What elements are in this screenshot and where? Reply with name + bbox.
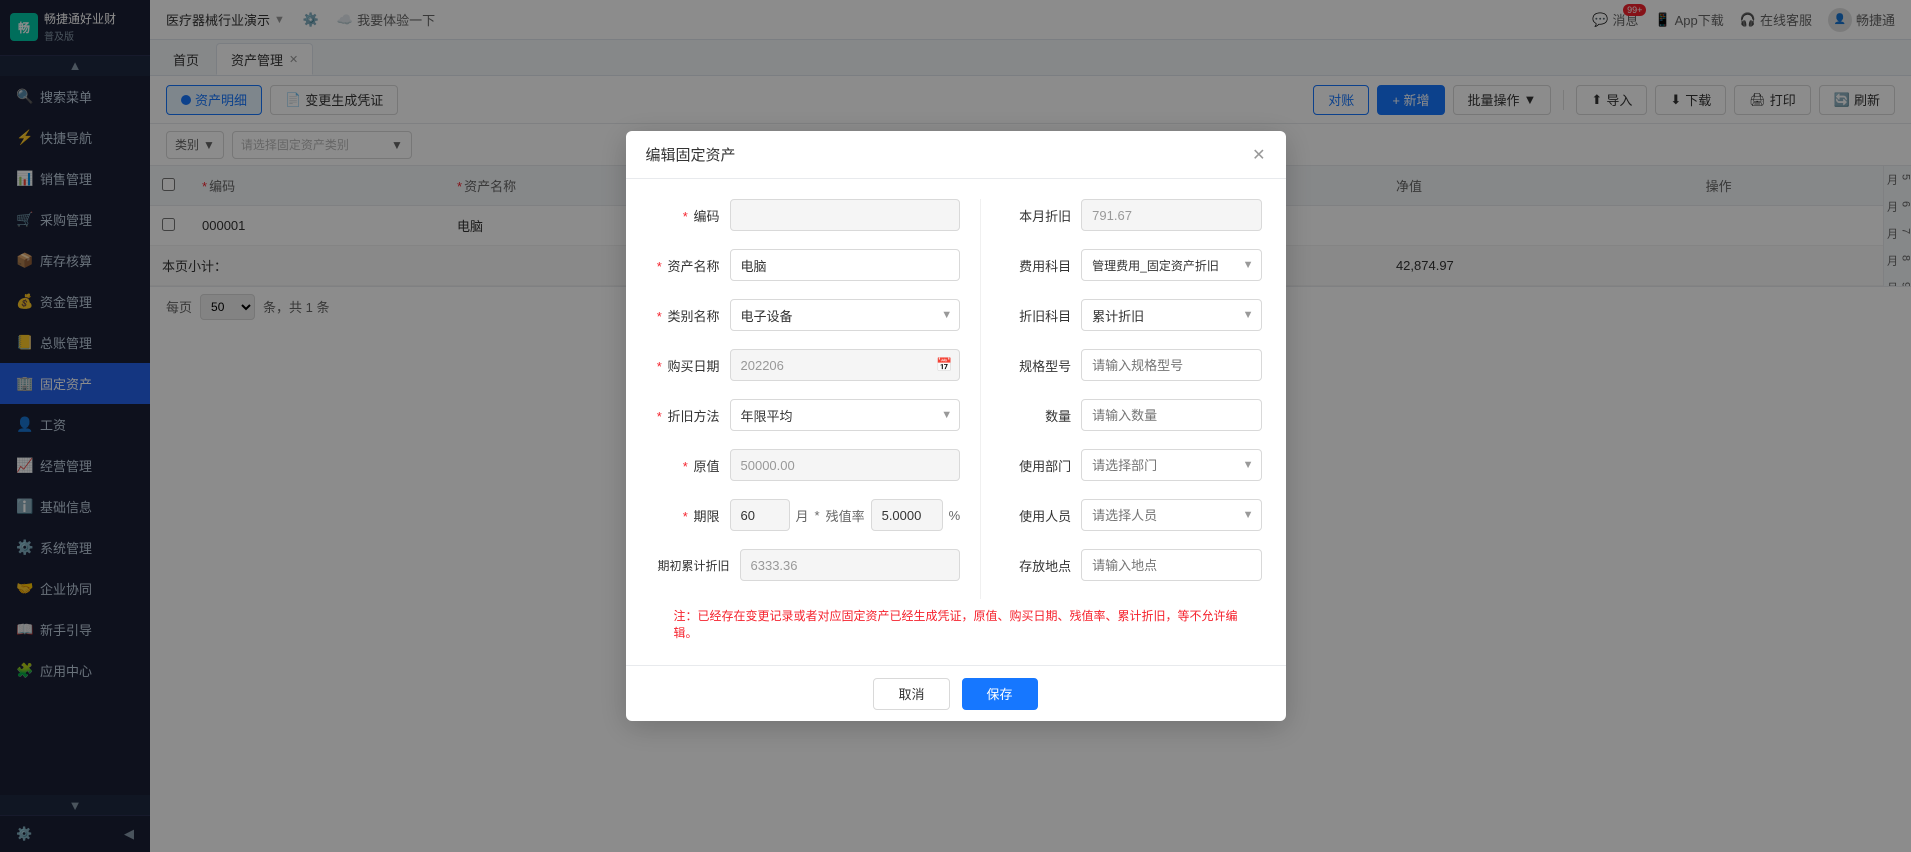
location-label: 存放地点 [1001,556,1081,575]
modal-close-btn[interactable]: ✕ [1252,145,1265,165]
monthly-dep-field-row: 本月折旧 [1001,199,1261,231]
purchase-date-input[interactable] [730,349,961,381]
category-field-row: * 类别名称 ▼ [650,299,961,331]
term-residual-inline: 月 * 残值率 % [730,499,961,531]
person-select-wrap: ▼ [1081,499,1261,531]
original-value-field-row: * 原值 [650,449,961,481]
residual-rate-label: * [815,508,820,523]
modal-title: 编辑固定资产 [646,144,736,165]
initial-dep-field-row: 期初累计折旧 [650,549,961,581]
dep-method-select[interactable] [730,399,961,431]
name-label: * 资产名称 [650,256,730,275]
location-input[interactable] [1081,549,1261,581]
dep-subject-wrap: ▼ [1081,299,1261,331]
cancel-button[interactable]: 取消 [873,678,949,710]
quantity-label: 数量 [1001,406,1081,425]
modal-body: * 编码 * 资产名称 [626,179,1286,665]
code-label: * 编码 [650,206,730,225]
dep-method-select-wrap: ▼ [730,399,961,431]
person-field-row: 使用人员 ▼ [1001,499,1261,531]
initial-dep-label: 期初累计折旧 [650,557,740,574]
purchase-date-wrap: 📅 [730,349,961,381]
modal-note: 注：已经存在变更记录或者对应固定资产已经生成凭证，原值、购买日期、残值率、累计折… [650,599,1262,645]
spec-input[interactable] [1081,349,1261,381]
department-label: 使用部门 [1001,456,1081,475]
term-label: * 期限 [650,506,730,525]
term-unit: 月 [796,506,809,525]
original-value-input[interactable] [730,449,961,481]
monthly-dep-label: 本月折旧 [1001,206,1081,225]
purchase-date-label: * 购买日期 [650,356,730,375]
category-select[interactable] [730,299,961,331]
modal-form: * 编码 * 资产名称 [650,199,1262,599]
person-label: 使用人员 [1001,506,1081,525]
category-label: * 类别名称 [650,306,730,325]
original-value-label: * 原值 [650,456,730,475]
code-field-row: * 编码 [650,199,961,231]
department-field-row: 使用部门 ▼ [1001,449,1261,481]
expense-subject-field-row: 费用科目 ▼ [1001,249,1261,281]
save-button[interactable]: 保存 [962,678,1038,710]
residual-rate-input[interactable] [871,499,943,531]
modal-overlay: 编辑固定资产 ✕ * 编码 [0,0,1911,852]
name-field-row: * 资产名称 [650,249,961,281]
spec-field-row: 规格型号 [1001,349,1261,381]
quantity-input[interactable] [1081,399,1261,431]
code-input[interactable] [730,199,961,231]
dep-method-field-row: * 折旧方法 ▼ [650,399,961,431]
spec-label: 规格型号 [1001,356,1081,375]
name-input[interactable] [730,249,961,281]
term-residual-row: * 期限 月 * 残值率 % [650,499,961,531]
dep-subject-label: 折旧科目 [1001,306,1081,325]
dep-subject-field-row: 折旧科目 ▼ [1001,299,1261,331]
calendar-icon[interactable]: 📅 [936,357,952,373]
quantity-field-row: 数量 [1001,399,1261,431]
monthly-dep-input [1081,199,1261,231]
modal-footer: 取消 保存 [626,665,1286,721]
expense-subject-input[interactable] [1081,249,1261,281]
location-field-row: 存放地点 [1001,549,1261,581]
expense-subject-label: 费用科目 [1001,256,1081,275]
person-select[interactable] [1081,499,1261,531]
initial-dep-input[interactable] [740,549,961,581]
edit-asset-modal: 编辑固定资产 ✕ * 编码 [626,131,1286,721]
purchase-date-field-row: * 购买日期 📅 [650,349,961,381]
dep-method-label: * 折旧方法 [650,406,730,425]
modal-header: 编辑固定资产 ✕ [626,131,1286,179]
category-select-wrap: ▼ [730,299,961,331]
department-select[interactable] [1081,449,1261,481]
dep-subject-input[interactable] [1081,299,1261,331]
term-input[interactable] [730,499,790,531]
residual-rate-text: 残值率 [826,506,865,525]
expense-subject-wrap: ▼ [1081,249,1261,281]
department-select-wrap: ▼ [1081,449,1261,481]
residual-rate-unit: % [949,508,961,523]
